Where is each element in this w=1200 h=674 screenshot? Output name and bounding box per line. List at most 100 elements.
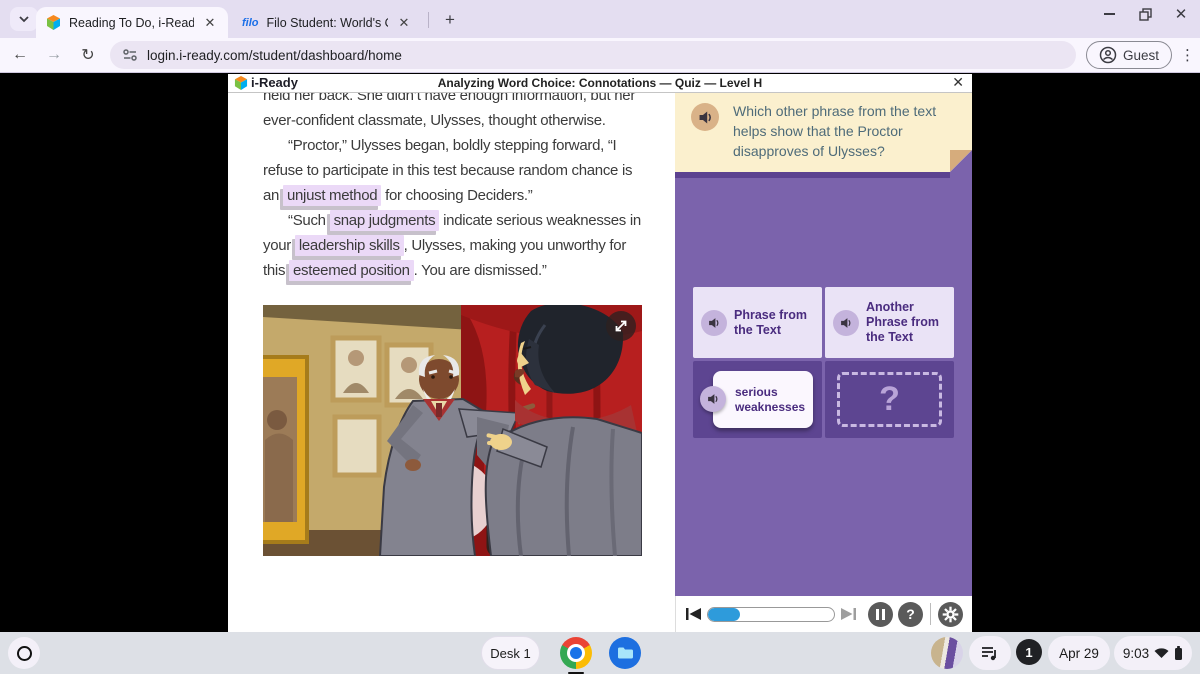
passage-segment: ever-confident classmate, Ulysses, thoug…	[263, 112, 606, 129]
address-bar[interactable]: login.i-ready.com/student/dashboard/home	[110, 41, 1076, 69]
answer-slot-filled: serious weaknesses	[693, 361, 822, 438]
passage-line: an unjust method for choosing Deciders.”	[263, 183, 663, 208]
passage-line: ever-confident classmate, Ulysses, thoug…	[263, 108, 663, 133]
passage-line: “Such snap judgments indicate serious we…	[263, 208, 663, 233]
passage-segment: for choosing Deciders.”	[381, 187, 533, 204]
highlighted-phrase[interactable]: unjust method	[282, 185, 382, 206]
progress-bar[interactable]	[707, 606, 835, 622]
tab-title: Reading To Do, i-Ready	[69, 15, 194, 30]
tab-close-icon[interactable]: ✕	[202, 15, 218, 31]
question-panel: Which other phrase from the text helps s…	[675, 93, 972, 632]
note-shadow	[675, 172, 950, 178]
quiz-body: held her back. She didn’t have enough in…	[228, 93, 972, 632]
date-button[interactable]: Apr 29	[1048, 636, 1110, 670]
expand-image-button[interactable]	[606, 311, 636, 341]
launcher-icon	[16, 645, 32, 661]
passage-segment: an	[263, 187, 283, 204]
files-app-icon[interactable]	[609, 637, 641, 669]
passage-segment: , Ulysses, making you unworthy for	[403, 237, 627, 254]
launcher-button[interactable]	[8, 637, 40, 669]
tab-title: Filo Student: World's Only Live	[266, 15, 389, 30]
passage-illustration	[253, 302, 643, 558]
quiz-controls-bar: ?	[675, 596, 972, 632]
skip-back-button[interactable]	[685, 606, 702, 622]
column-header-phrase: Phrase from the Text	[693, 287, 822, 358]
browser-tab-strip: Reading To Do, i-Ready ✕ filo Filo Stude…	[0, 0, 1200, 38]
column-header-another-phrase: Another Phrase from the Text	[825, 287, 954, 358]
screen-capture-thumbnail[interactable]	[931, 637, 963, 669]
tab-divider	[428, 12, 429, 28]
tab-search-button[interactable]	[10, 7, 38, 31]
passage-segment: “Proctor,” Ulysses began, boldly steppin…	[288, 137, 617, 154]
iready-favicon-icon	[47, 15, 60, 30]
passage-segment: this	[263, 262, 290, 279]
passage-line: your leadership skills, Ulysses, making …	[263, 233, 663, 258]
progress-fill	[708, 607, 740, 621]
pause-button[interactable]	[868, 601, 893, 627]
chrome-app-icon[interactable]	[560, 637, 592, 669]
restore-button[interactable]	[1136, 5, 1154, 23]
folder-icon	[617, 647, 633, 659]
status-tray[interactable]: 9:03	[1114, 636, 1192, 670]
filo-favicon-icon: filo	[242, 16, 259, 29]
battery-icon	[1175, 645, 1183, 660]
illustration-image	[253, 302, 643, 558]
quiz-close-button[interactable]: ✕	[952, 74, 964, 91]
media-controls-button[interactable]	[969, 636, 1011, 670]
passage-segment: . You are dismissed.”	[413, 262, 547, 279]
question-speaker-button[interactable]	[691, 103, 719, 131]
tab-filo[interactable]: filo Filo Student: World's Only Live ✕	[232, 7, 422, 38]
reload-button[interactable]: ↻	[74, 41, 102, 69]
speaker-icon	[697, 109, 714, 126]
skip-forward-button[interactable]	[840, 606, 857, 622]
passage-line: refuse to participate in this test becau…	[263, 158, 663, 183]
passage-text: held her back. She didn’t have enough in…	[263, 93, 663, 283]
quiz-header: i-Ready Analyzing Word Choice: Connotati…	[228, 74, 972, 93]
quiz-title: Analyzing Word Choice: Connotations — Qu…	[437, 76, 763, 90]
chromebook-screen: Reading To Do, i-Ready ✕ filo Filo Stude…	[0, 0, 1200, 674]
question-mark-placeholder: ?	[879, 380, 900, 418]
passage-segment: held her back. She didn’t have enough in…	[263, 93, 636, 104]
highlighted-phrase[interactable]: leadership skills	[294, 235, 404, 256]
settings-button[interactable]	[938, 601, 963, 627]
guest-avatar-icon	[1099, 46, 1117, 64]
column-speaker-button[interactable]	[701, 309, 727, 336]
chromeos-shelf: Desk 1 1 Apr 29 9:03	[0, 632, 1200, 674]
passage-segment: refuse to participate in this test becau…	[263, 162, 633, 179]
answer-slot-empty: ?	[825, 361, 954, 438]
column-label: Another Phrase from the Text	[866, 300, 939, 344]
new-tab-button[interactable]: +	[438, 8, 462, 32]
site-settings-icon	[123, 49, 137, 61]
highlighted-phrase[interactable]: esteemed position	[289, 260, 414, 281]
playlist-icon	[982, 647, 996, 661]
chevron-down-icon	[19, 16, 29, 23]
help-button[interactable]: ?	[898, 601, 923, 627]
tab-iready[interactable]: Reading To Do, i-Ready ✕	[36, 7, 228, 38]
page-content: i-Ready Analyzing Word Choice: Connotati…	[0, 74, 1200, 632]
answer-card-label: serious weaknesses	[735, 384, 806, 414]
notification-counter[interactable]: 1	[1016, 639, 1042, 665]
controls-divider	[930, 603, 931, 625]
back-button[interactable]: ←	[6, 41, 34, 69]
minimize-button[interactable]	[1100, 5, 1118, 23]
browser-menu-button[interactable]: ⋮	[1180, 46, 1195, 64]
desk-button[interactable]: Desk 1	[481, 636, 540, 670]
tab-close-icon[interactable]: ✕	[396, 15, 412, 31]
guest-profile-button[interactable]: Guest	[1086, 41, 1173, 69]
note-fold-corner	[950, 150, 972, 172]
passage-line: “Proctor,” Ulysses began, boldly steppin…	[263, 133, 663, 158]
answer-card[interactable]: serious weaknesses	[700, 371, 813, 428]
column-label: Phrase from the Text	[734, 307, 807, 337]
forward-button[interactable]: →	[40, 41, 68, 69]
expand-arrows-icon	[615, 320, 627, 332]
drop-target[interactable]: ?	[837, 372, 942, 427]
close-window-button[interactable]: ✕	[1172, 5, 1190, 23]
clock: 9:03	[1122, 645, 1150, 661]
passage-segment: indicate serious weaknesses in	[439, 212, 641, 229]
wifi-icon	[1154, 648, 1169, 658]
column-speaker-button[interactable]	[833, 309, 859, 336]
card-speaker-button[interactable]	[700, 386, 726, 412]
question-text: Which other phrase from the text helps s…	[733, 103, 937, 159]
speaker-icon	[708, 316, 719, 329]
highlighted-phrase[interactable]: snap judgments	[329, 210, 440, 231]
